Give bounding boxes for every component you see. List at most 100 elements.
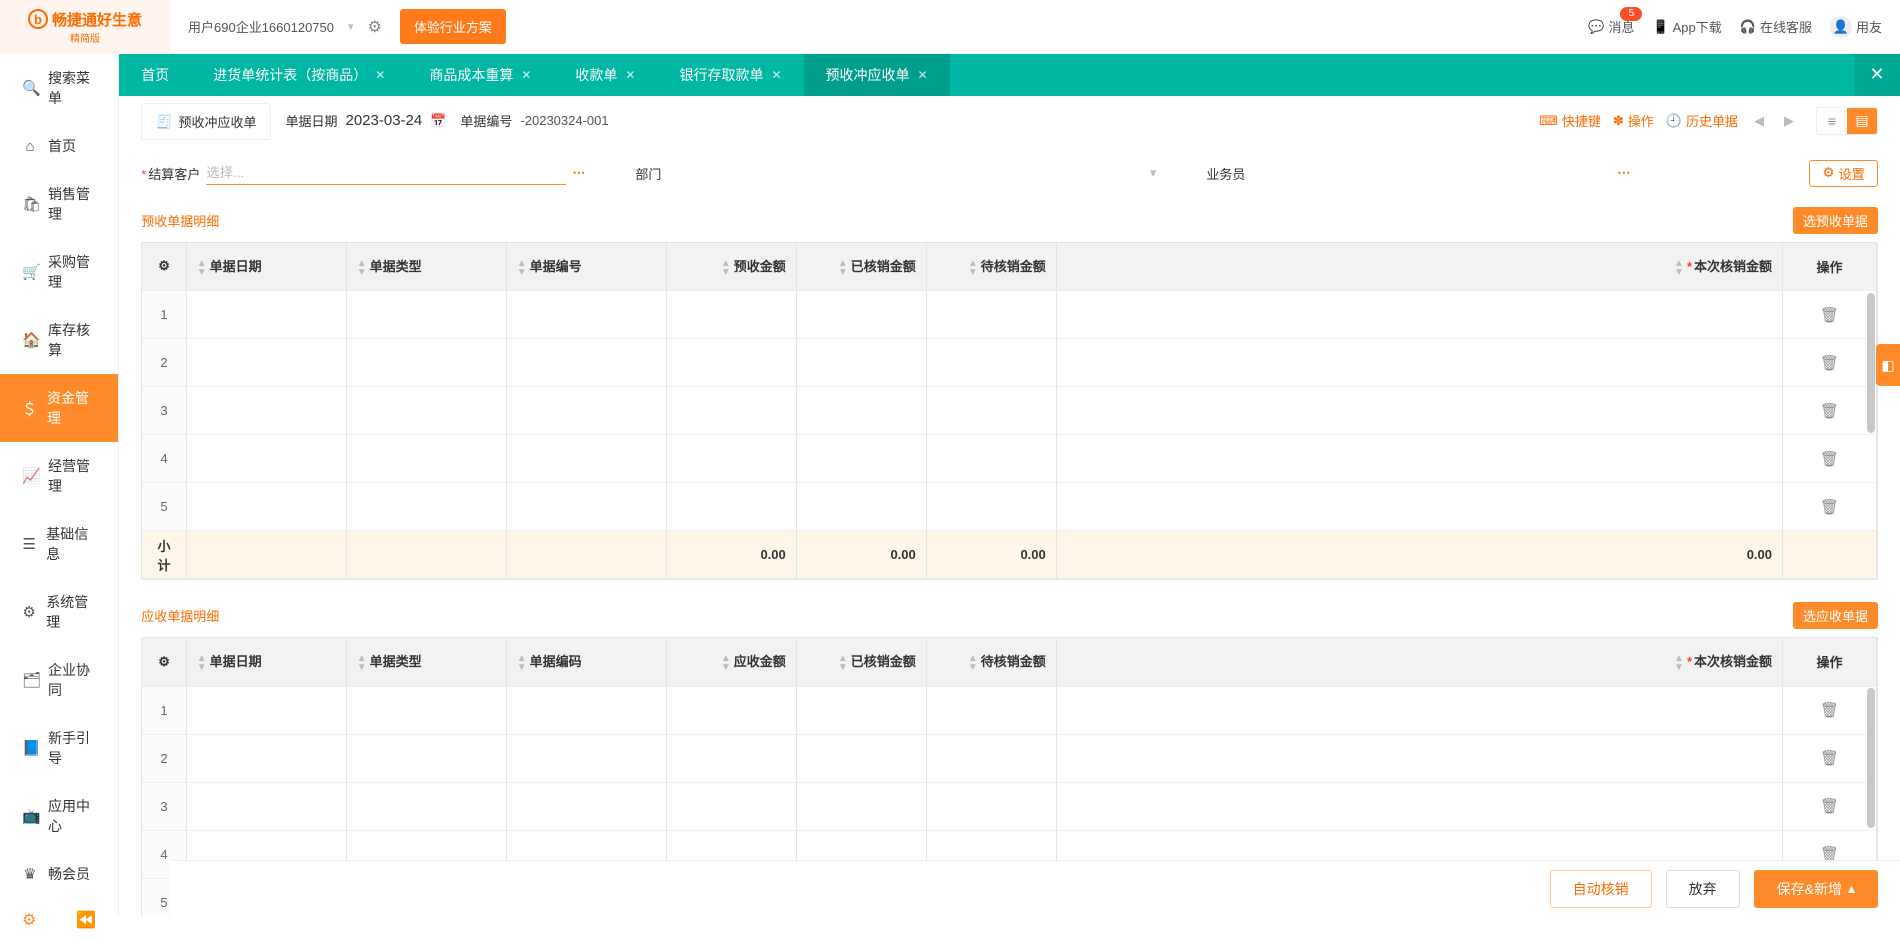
tab-label: 商品成本重算 (429, 65, 513, 85)
collapse-icon[interactable]: ⏪ (76, 910, 96, 930)
table-row[interactable]: 2🗑 (142, 734, 1876, 782)
sidebar-item[interactable]: ⚙系统管理 (0, 578, 118, 646)
tab-label: 进货单统计表（按商品） (213, 65, 367, 85)
dept-select[interactable]: ▾ (667, 165, 1156, 182)
sidebar-item[interactable]: ⌂首页 (0, 122, 118, 170)
view-list-icon[interactable]: ≡ (1817, 108, 1847, 134)
sidebar-item[interactable]: ＄资金管理 (0, 374, 118, 442)
history-link[interactable]: 🕘历史单据 (1666, 111, 1738, 130)
col-prepay-amt[interactable]: 预收金额 (666, 243, 796, 291)
next-icon[interactable]: ▶ (1780, 113, 1798, 129)
date-value[interactable]: 2023-03-24 (345, 112, 422, 129)
customer-input[interactable] (206, 161, 566, 185)
brand-name: 畅捷通好生意 (52, 9, 142, 30)
trash-icon[interactable]: 🗑 (1820, 750, 1839, 767)
prev-icon[interactable]: ◀ (1750, 113, 1768, 129)
trash-icon[interactable]: 🗑 (1820, 355, 1839, 372)
col-verified-amt[interactable]: 已核销金额 (796, 243, 926, 291)
save-and-new-button[interactable]: 保存&新增▴ (1754, 870, 1878, 908)
document-tab[interactable]: 🧾 预收冲应收单 (141, 103, 271, 140)
select-receivable-button[interactable]: 选应收单据 (1793, 602, 1878, 629)
sidebar-item[interactable]: 🛒采购管理 (0, 238, 118, 306)
sidebar-item[interactable]: 🛍销售管理 (0, 170, 118, 238)
trash-icon[interactable]: 🗑 (1820, 451, 1839, 468)
table-row[interactable]: 2🗑 (142, 339, 1876, 387)
col-verified-amt[interactable]: 已核销金额 (796, 638, 926, 686)
sidebar-item-label: 经营管理 (48, 456, 96, 496)
col-code[interactable]: 单据编号 (506, 243, 666, 291)
view-card-icon[interactable]: ▤ (1847, 108, 1877, 134)
trial-plan-button[interactable]: 体验行业方案 (400, 9, 506, 44)
nav-tab[interactable]: 首页 (119, 54, 191, 96)
sidebar-item-label: 采购管理 (48, 252, 96, 292)
app-download-link[interactable]: 📱 App下载 (1652, 17, 1721, 36)
messages-link[interactable]: 💬 消息 (1588, 17, 1634, 36)
col-gear[interactable]: ⚙ (142, 638, 186, 686)
col-gear[interactable]: ⚙ (142, 243, 186, 291)
nav-tab[interactable]: 进货单统计表（按商品） ✕ (191, 54, 407, 96)
calendar-icon[interactable]: 📅 (430, 113, 446, 129)
auto-verify-button[interactable]: 自动核销 (1550, 870, 1652, 908)
settings-button[interactable]: ⚙设置 (1809, 160, 1878, 187)
sidebar-item[interactable]: 📘新手引导 (0, 714, 118, 782)
online-service-link[interactable]: 🎧 在线客服 (1740, 17, 1812, 36)
col-this-verify-amt[interactable]: *本次核销金额 (1056, 243, 1782, 291)
col-pending-amt[interactable]: 待核销金额 (926, 243, 1056, 291)
side-drawer-toggle[interactable]: ◧ (1876, 344, 1900, 386)
col-type[interactable]: 单据类型 (346, 243, 506, 291)
nav-tab[interactable]: 预收冲应收单✕ (804, 54, 950, 96)
gear-icon[interactable]: ⚙ (368, 17, 382, 37)
nav-tab[interactable]: 银行存取款单✕ (657, 54, 803, 96)
trash-icon[interactable]: 🗑 (1820, 307, 1839, 324)
sidebar-icon: 📺 (22, 807, 38, 825)
close-all-tabs[interactable]: ✕ (1854, 54, 1900, 96)
close-icon[interactable]: ✕ (521, 68, 531, 82)
table-row[interactable]: 3🗑 (142, 782, 1876, 830)
keyboard-icon: ⌨ (1539, 113, 1558, 129)
col-date[interactable]: 单据日期 (186, 243, 346, 291)
col-type[interactable]: 单据类型 (346, 638, 506, 686)
col-code[interactable]: 单据编码 (506, 638, 666, 686)
company-select[interactable]: 用户690企业1660120750 ▾ ⚙ (188, 17, 382, 37)
table-row[interactable]: 1🗑 (142, 686, 1876, 734)
trash-icon[interactable]: 🗑 (1820, 403, 1839, 420)
nav-tab[interactable]: 收款单✕ (553, 54, 657, 96)
col-receivable-amt[interactable]: 应收金额 (666, 638, 796, 686)
trash-icon[interactable]: 🗑 (1820, 702, 1839, 719)
salesperson-more-icon[interactable]: ⋯ (1617, 165, 1630, 181)
discard-button[interactable]: 放弃 (1666, 870, 1740, 908)
table-row[interactable]: 4🗑 (142, 435, 1876, 483)
gear-icon[interactable]: ⚙ (22, 910, 36, 930)
nav-tab[interactable]: 商品成本重算 ✕ (407, 54, 553, 96)
dept-label: 部门 (635, 164, 661, 183)
close-icon[interactable]: ✕ (625, 68, 635, 82)
message-icon: 💬 (1588, 19, 1604, 35)
sidebar-item[interactable]: 🏠库存核算 (0, 306, 118, 374)
sidebar-item-label: 首页 (48, 136, 76, 156)
shortcut-link[interactable]: ⌨快捷键 (1539, 111, 1601, 130)
user-menu[interactable]: 👤 用友 (1830, 16, 1882, 38)
close-icon[interactable]: ✕ (771, 68, 781, 82)
messages-label: 消息 (1608, 17, 1634, 36)
customer-more-icon[interactable]: ⋯ (572, 165, 585, 181)
table-row[interactable]: 3🗑 (142, 387, 1876, 435)
sidebar-item[interactable]: ♛畅会员 (0, 850, 118, 898)
table-row[interactable]: 5🗑 (142, 483, 1876, 531)
select-prepay-button[interactable]: 选预收单据 (1793, 207, 1878, 234)
salesperson-input[interactable] (1251, 169, 1611, 178)
operate-link[interactable]: ✽操作 (1613, 111, 1654, 130)
trash-icon[interactable]: 🗑 (1820, 499, 1839, 516)
col-this-verify-amt[interactable]: *本次核销金额 (1056, 638, 1782, 686)
sidebar-item[interactable]: 🔍搜索菜单 (0, 54, 118, 122)
sidebar-item[interactable]: ☰基础信息 (0, 510, 118, 578)
sidebar-icon: ＄ (22, 398, 37, 419)
close-icon[interactable]: ✕ (375, 68, 385, 82)
close-icon[interactable]: ✕ (918, 68, 928, 82)
sidebar-item[interactable]: 📈经营管理 (0, 442, 118, 510)
sidebar-item[interactable]: 📺应用中心 (0, 782, 118, 850)
trash-icon[interactable]: 🗑 (1820, 798, 1839, 815)
sidebar-item[interactable]: 🗂企业协同 (0, 646, 118, 714)
col-date[interactable]: 单据日期 (186, 638, 346, 686)
table-row[interactable]: 1🗑 (142, 291, 1876, 339)
col-pending-amt[interactable]: 待核销金额 (926, 638, 1056, 686)
